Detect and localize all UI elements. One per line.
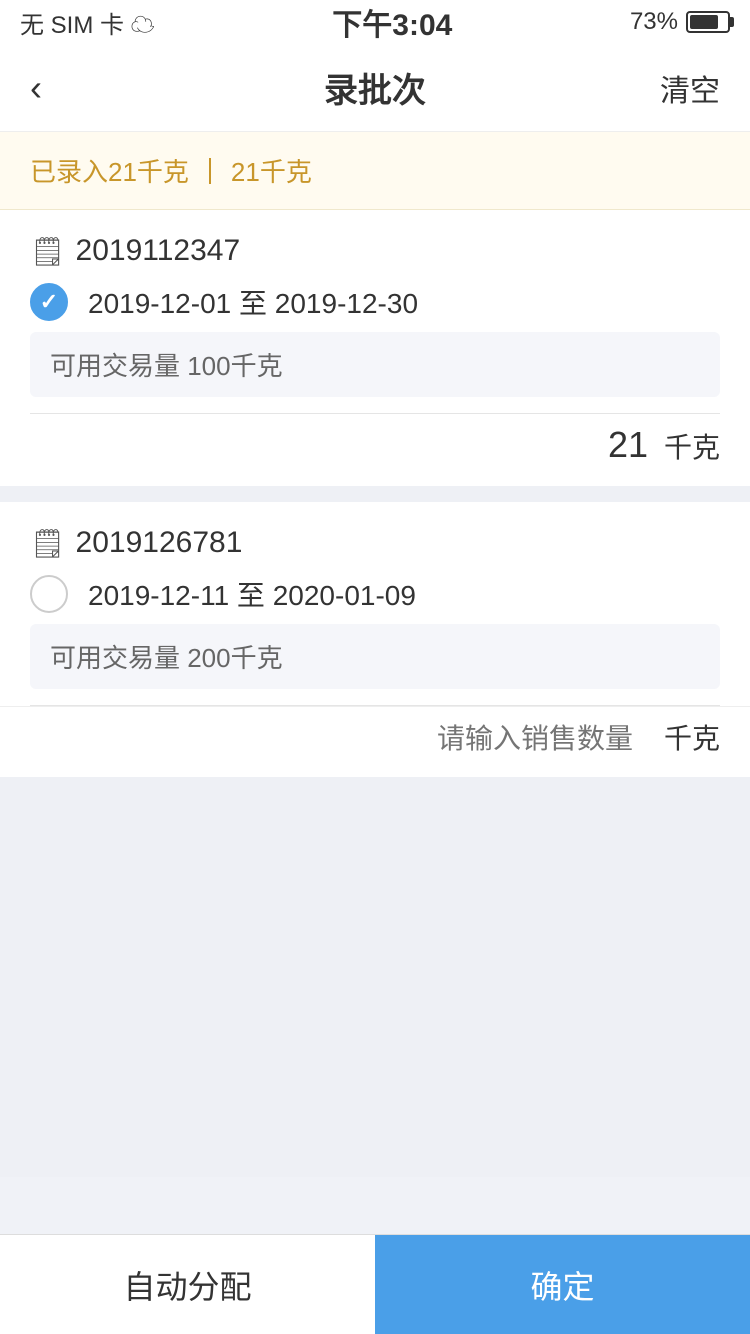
sim-label: 无 SIM 卡 ☁ — [20, 5, 155, 40]
back-button[interactable]: ‹ — [30, 67, 90, 109]
batch2-unit: 千克 — [664, 717, 720, 757]
batch2-quantity-input[interactable] — [30, 723, 648, 755]
doc-icon-1: 🗒 — [30, 235, 66, 268]
batch1-amount-row: 21 千克 — [0, 414, 750, 486]
confirm-button[interactable]: 确定 — [375, 1235, 750, 1334]
status-left: 无 SIM 卡 ☁ — [20, 5, 155, 40]
status-bar: 无 SIM 卡 ☁ 下午3:04 73% — [0, 0, 750, 44]
batch2-date-row[interactable]: 2019-12-11 至 2020-01-09 — [0, 570, 750, 624]
batch2-header: 🗒 2019126781 — [0, 502, 750, 570]
batch1-amount: 21 — [608, 424, 648, 466]
empty-area — [0, 777, 750, 1177]
batch1-radio[interactable] — [30, 283, 68, 321]
batch1-id: 2019112347 — [76, 234, 241, 268]
summary-label: 已录入21千克 — [30, 152, 189, 189]
batch1-avail: 可用交易量 100千克 — [30, 332, 720, 397]
batch1-unit: 千克 — [664, 426, 720, 466]
batch-card-1: 🗒 2019112347 2019-12-01 至 2019-12-30 可用交… — [0, 210, 750, 486]
summary-value: 21千克 — [231, 152, 312, 189]
batch2-avail: 可用交易量 200千克 — [30, 624, 720, 689]
doc-icon-2: 🗒 — [30, 527, 66, 560]
battery-percent: 73% — [630, 8, 678, 36]
batch2-radio[interactable] — [30, 575, 68, 613]
status-time: 下午3:04 — [332, 0, 452, 44]
batch1-date-range: 2019-12-01 至 2019-12-30 — [88, 282, 418, 322]
batch1-date-row[interactable]: 2019-12-01 至 2019-12-30 — [0, 278, 750, 332]
status-right: 73% — [630, 8, 730, 36]
auto-distribute-button[interactable]: 自动分配 — [0, 1235, 375, 1334]
nav-bar: ‹ 录批次 清空 — [0, 44, 750, 132]
battery-icon — [686, 11, 730, 33]
batch2-date-range: 2019-12-11 至 2020-01-09 — [88, 574, 416, 614]
clear-button[interactable]: 清空 — [660, 66, 720, 110]
page-title: 录批次 — [324, 63, 426, 112]
summary-divider — [209, 158, 211, 184]
batch2-id: 2019126781 — [76, 526, 243, 560]
bottom-bar: 自动分配 确定 — [0, 1234, 750, 1334]
summary-banner: 已录入21千克 21千克 — [0, 132, 750, 210]
batch2-input-row[interactable]: 千克 — [0, 706, 750, 777]
batch1-header: 🗒 2019112347 — [0, 210, 750, 278]
section-divider — [0, 486, 750, 502]
batch-card-2: 🗒 2019126781 2019-12-11 至 2020-01-09 可用交… — [0, 502, 750, 777]
